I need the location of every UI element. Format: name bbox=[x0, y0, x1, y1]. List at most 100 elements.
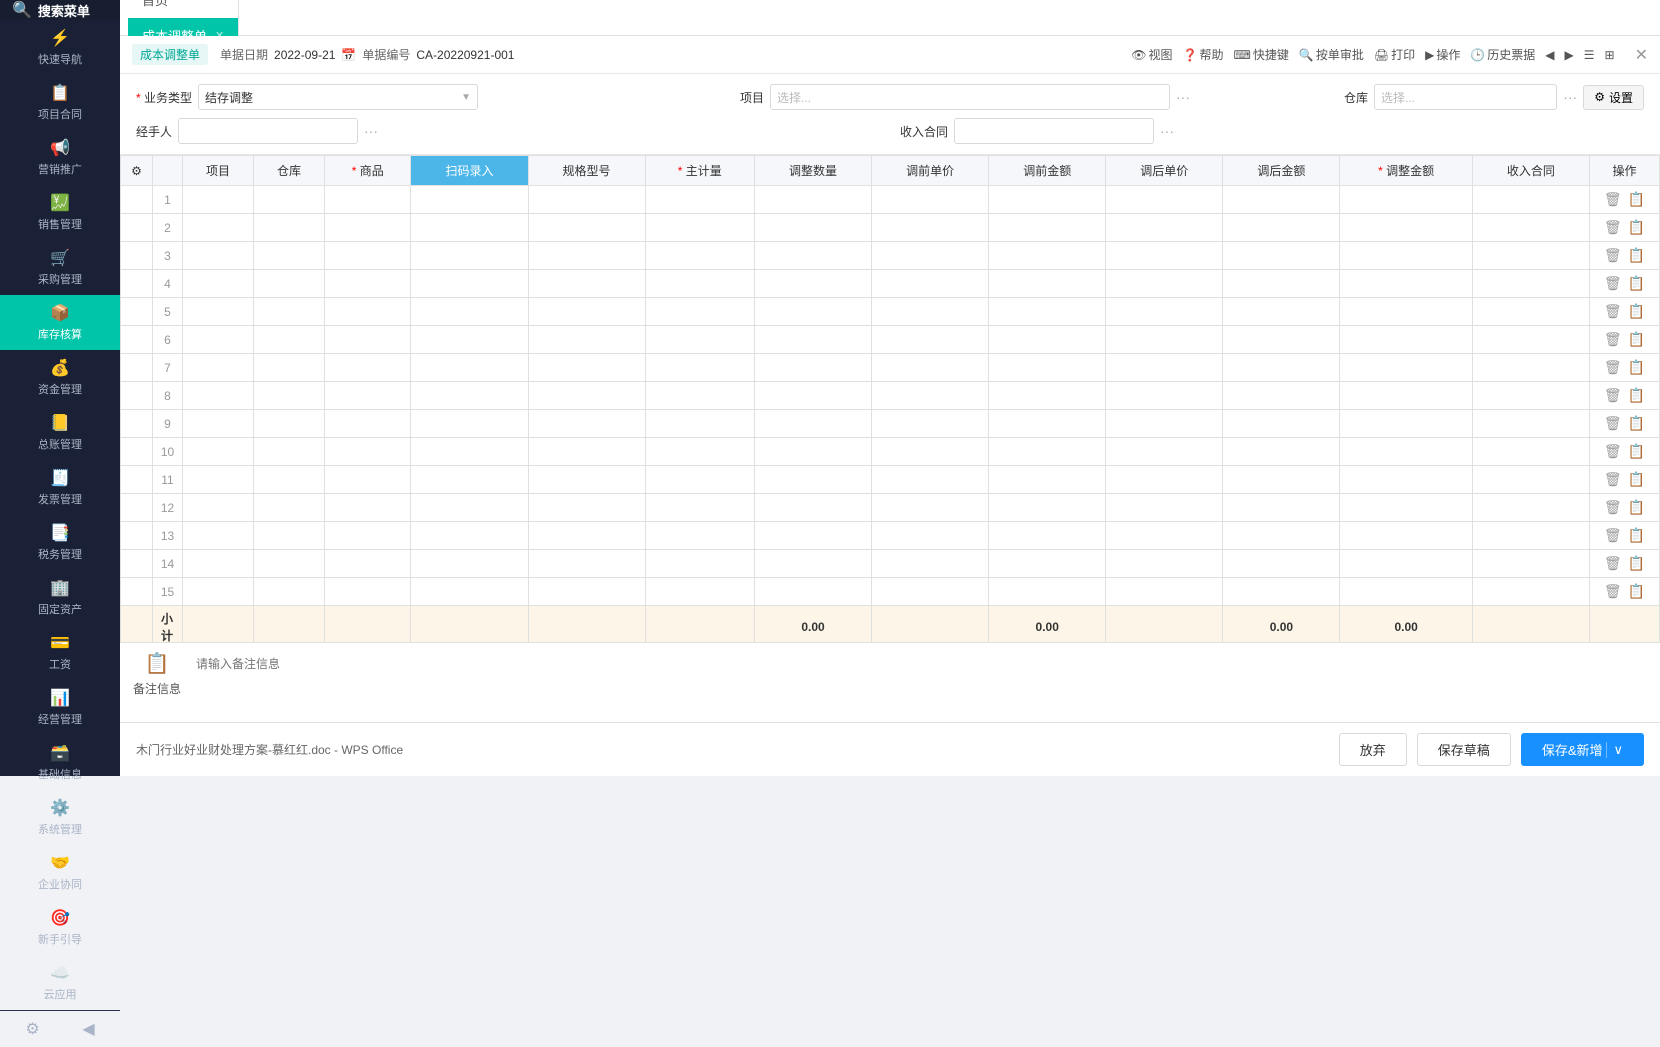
cell-unit-row-15[interactable] bbox=[645, 578, 754, 606]
sidebar-item-basic-info[interactable]: 🗃️基础信息 bbox=[0, 735, 120, 790]
cell-warehouse-row-4[interactable] bbox=[254, 270, 325, 298]
cell-scan-row-12[interactable] bbox=[411, 494, 528, 522]
delete-row-btn[interactable]: 🗑 bbox=[1604, 555, 1622, 572]
cell-after_price-row-9[interactable] bbox=[1106, 410, 1223, 438]
cell-scan-row-13[interactable] bbox=[411, 522, 528, 550]
sidebar-item-tax-mgmt[interactable]: 📑税务管理 bbox=[0, 515, 120, 570]
cell-before_amount-row-13[interactable] bbox=[989, 522, 1106, 550]
cell-income_contract-row-15[interactable] bbox=[1472, 578, 1589, 606]
cell-income_contract-row-3[interactable] bbox=[1472, 242, 1589, 270]
cell-spec-row-6[interactable] bbox=[528, 326, 645, 354]
tab-close-btn[interactable]: ✕ bbox=[215, 29, 224, 42]
cell-scan-row-3[interactable] bbox=[411, 242, 528, 270]
cell-adj_qty-row-13[interactable] bbox=[755, 522, 872, 550]
income-contract-input[interactable] bbox=[954, 118, 1154, 144]
cell-goods-row-10[interactable] bbox=[325, 438, 411, 466]
cell-scan-row-10[interactable] bbox=[411, 438, 528, 466]
cell-after_price-row-4[interactable] bbox=[1106, 270, 1223, 298]
cell-warehouse-row-15[interactable] bbox=[254, 578, 325, 606]
toolbar-action-view[interactable]: 👁视图 bbox=[1131, 46, 1172, 63]
cell-settings-row-15[interactable] bbox=[121, 578, 153, 606]
cell-project-row-2[interactable] bbox=[183, 214, 254, 242]
cell-goods-row-12[interactable] bbox=[325, 494, 411, 522]
cell-scan-row-14[interactable] bbox=[411, 550, 528, 578]
cell-warehouse-row-5[interactable] bbox=[254, 298, 325, 326]
sidebar-item-payroll[interactable]: 💳工资 bbox=[0, 625, 120, 680]
cell-spec-row-2[interactable] bbox=[528, 214, 645, 242]
delete-row-btn[interactable]: 🗑 bbox=[1604, 527, 1622, 544]
save-new-button[interactable]: 保存&新增 ∨ bbox=[1521, 733, 1644, 766]
sidebar-item-quick-nav[interactable]: ⚡快速导航 bbox=[0, 20, 120, 75]
cell-adj_amount-row-11[interactable] bbox=[1340, 466, 1472, 494]
cell-after_amount-row-10[interactable] bbox=[1223, 438, 1340, 466]
cell-before_price-row-3[interactable] bbox=[872, 242, 989, 270]
cell-adj_qty-row-15[interactable] bbox=[755, 578, 872, 606]
cell-goods-row-1[interactable] bbox=[325, 186, 411, 214]
cell-before_amount-row-9[interactable] bbox=[989, 410, 1106, 438]
project-dots-btn[interactable]: ··· bbox=[1176, 89, 1190, 105]
cell-income_contract-row-8[interactable] bbox=[1472, 382, 1589, 410]
cell-adj_amount-row-8[interactable] bbox=[1340, 382, 1472, 410]
sidebar-item-ledger-mgmt[interactable]: 📒总账管理 bbox=[0, 405, 120, 460]
cell-goods-row-8[interactable] bbox=[325, 382, 411, 410]
cell-goods-row-2[interactable] bbox=[325, 214, 411, 242]
cell-warehouse-row-1[interactable] bbox=[254, 186, 325, 214]
cell-scan-row-9[interactable] bbox=[411, 410, 528, 438]
cell-settings-row-13[interactable] bbox=[121, 522, 153, 550]
cell-after_amount-row-1[interactable] bbox=[1223, 186, 1340, 214]
cell-before_price-row-9[interactable] bbox=[872, 410, 989, 438]
cell-before_amount-row-4[interactable] bbox=[989, 270, 1106, 298]
cell-after_price-row-6[interactable] bbox=[1106, 326, 1223, 354]
cell-spec-row-13[interactable] bbox=[528, 522, 645, 550]
cell-adj_amount-row-13[interactable] bbox=[1340, 522, 1472, 550]
copy-row-btn[interactable]: 📋 bbox=[1628, 219, 1645, 236]
warehouse-select[interactable]: 选择... bbox=[1374, 84, 1557, 110]
cell-project-row-1[interactable] bbox=[183, 186, 254, 214]
cell-income_contract-row-1[interactable] bbox=[1472, 186, 1589, 214]
cell-income_contract-row-2[interactable] bbox=[1472, 214, 1589, 242]
delete-row-btn[interactable]: 🗑 bbox=[1604, 387, 1622, 404]
delete-row-btn[interactable]: 🗑 bbox=[1604, 219, 1622, 236]
cell-settings-row-6[interactable] bbox=[121, 326, 153, 354]
cell-goods-row-7[interactable] bbox=[325, 354, 411, 382]
cell-spec-row-14[interactable] bbox=[528, 550, 645, 578]
cell-spec-row-1[interactable] bbox=[528, 186, 645, 214]
cell-after_price-row-11[interactable] bbox=[1106, 466, 1223, 494]
cell-adj_qty-row-1[interactable] bbox=[755, 186, 872, 214]
cell-project-row-14[interactable] bbox=[183, 550, 254, 578]
cell-scan-row-15[interactable] bbox=[411, 578, 528, 606]
cell-scan-row-1[interactable] bbox=[411, 186, 528, 214]
cell-unit-row-12[interactable] bbox=[645, 494, 754, 522]
cell-warehouse-row-12[interactable] bbox=[254, 494, 325, 522]
delete-row-btn[interactable]: 🗑 bbox=[1604, 471, 1622, 488]
settings-icon[interactable]: ⚙ bbox=[25, 1019, 39, 1039]
cell-adj_qty-row-12[interactable] bbox=[755, 494, 872, 522]
cell-income_contract-row-14[interactable] bbox=[1472, 550, 1589, 578]
cell-spec-row-4[interactable] bbox=[528, 270, 645, 298]
delete-row-btn[interactable]: 🗑 bbox=[1604, 191, 1622, 208]
cell-before_price-row-5[interactable] bbox=[872, 298, 989, 326]
delete-row-btn[interactable]: 🗑 bbox=[1604, 247, 1622, 264]
cell-before_amount-row-6[interactable] bbox=[989, 326, 1106, 354]
cell-goods-row-3[interactable] bbox=[325, 242, 411, 270]
cell-settings-row-4[interactable] bbox=[121, 270, 153, 298]
close-window-btn[interactable]: ✕ bbox=[1635, 45, 1648, 65]
cell-goods-row-13[interactable] bbox=[325, 522, 411, 550]
toolbar-action-history[interactable]: 🕒历史票据 bbox=[1470, 46, 1535, 63]
sidebar-item-invoice-mgmt[interactable]: 🧾发票管理 bbox=[0, 460, 120, 515]
cell-warehouse-row-14[interactable] bbox=[254, 550, 325, 578]
cell-after_amount-row-14[interactable] bbox=[1223, 550, 1340, 578]
cell-unit-row-2[interactable] bbox=[645, 214, 754, 242]
cell-settings-row-1[interactable] bbox=[121, 186, 153, 214]
cell-before_price-row-15[interactable] bbox=[872, 578, 989, 606]
copy-row-btn[interactable]: 📋 bbox=[1628, 555, 1645, 572]
toggle-sidebar-icon[interactable]: ◀ bbox=[82, 1019, 94, 1039]
toolbar-action-nav-next[interactable]: ▶ bbox=[1565, 48, 1574, 62]
warehouse-dots-btn[interactable]: ··· bbox=[1563, 89, 1577, 105]
sidebar-item-finance-mgmt[interactable]: 💰资金管理 bbox=[0, 350, 120, 405]
cell-before_amount-row-12[interactable] bbox=[989, 494, 1106, 522]
cell-before_price-row-10[interactable] bbox=[872, 438, 989, 466]
cell-after_amount-row-2[interactable] bbox=[1223, 214, 1340, 242]
cell-income_contract-row-5[interactable] bbox=[1472, 298, 1589, 326]
notes-input[interactable] bbox=[192, 651, 1648, 701]
